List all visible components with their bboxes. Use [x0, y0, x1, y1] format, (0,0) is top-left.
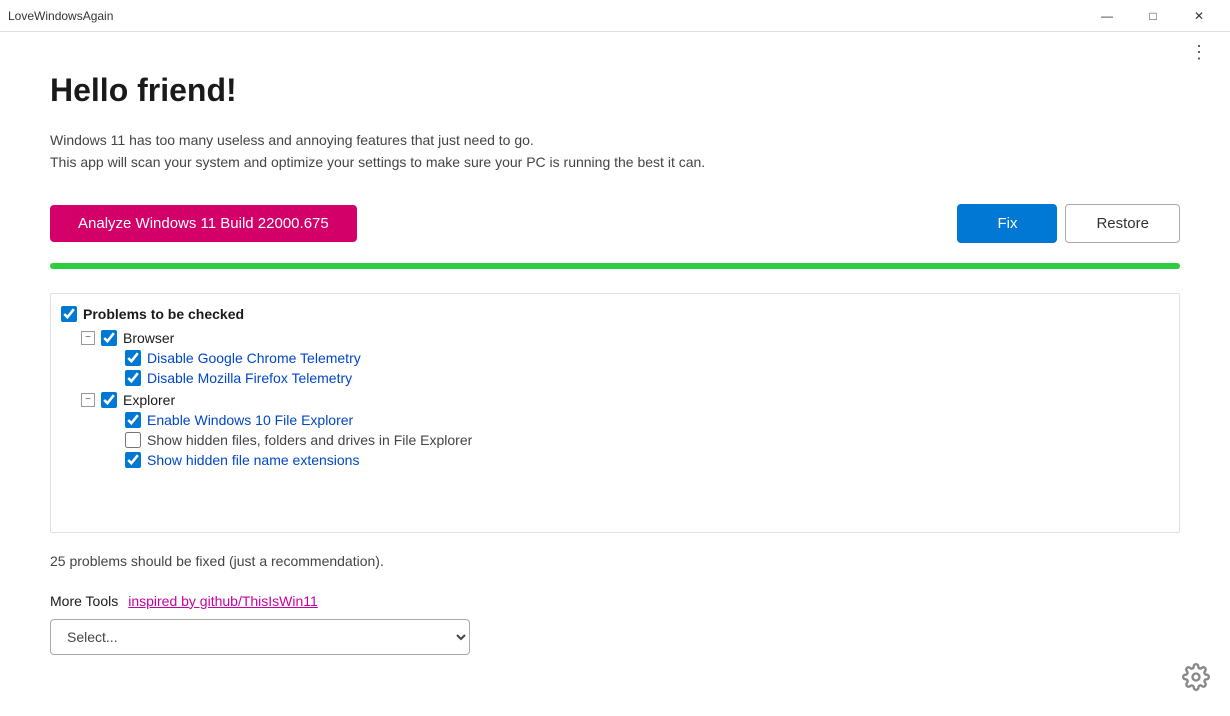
gear-icon [1182, 663, 1210, 691]
browser-label[interactable]: Browser [123, 330, 174, 346]
chrome-telemetry-checkbox[interactable] [125, 350, 141, 366]
firefox-telemetry-checkbox[interactable] [125, 370, 141, 386]
app-container: ⋮ Hello friend! Windows 11 has too many … [0, 32, 1230, 716]
root-checkbox[interactable] [61, 306, 77, 322]
file-extensions-checkbox[interactable] [125, 452, 141, 468]
win10-explorer-label[interactable]: Enable Windows 10 File Explorer [147, 412, 353, 428]
browser-group-header: − Browser [81, 330, 1169, 346]
explorer-checkbox[interactable] [101, 392, 117, 408]
root-checkbox-label[interactable]: Problems to be checked [83, 306, 244, 322]
hidden-files-checkbox[interactable] [125, 432, 141, 448]
progress-bar-container [50, 263, 1180, 269]
minimize-button[interactable]: — [1084, 0, 1130, 32]
root-check-item: Problems to be checked [61, 306, 1169, 322]
page-title: Hello friend! [50, 72, 1180, 109]
chrome-telemetry-item: Disable Google Chrome Telemetry [125, 350, 1169, 366]
action-row: Analyze Windows 11 Build 22000.675 Fix R… [50, 204, 1180, 243]
more-tools-link[interactable]: inspired by github/ThisIsWin11 [128, 593, 318, 609]
titlebar-controls: — □ ✕ [1084, 0, 1222, 32]
three-dot-menu[interactable]: ⋮ [1190, 42, 1210, 63]
more-tools-label: More Tools [50, 593, 118, 609]
win10-explorer-checkbox[interactable] [125, 412, 141, 428]
more-tools-section: More Tools inspired by github/ThisIsWin1… [50, 593, 1180, 609]
close-button[interactable]: ✕ [1176, 0, 1222, 32]
titlebar: LoveWindowsAgain — □ ✕ [0, 0, 1230, 32]
chrome-telemetry-label[interactable]: Disable Google Chrome Telemetry [147, 350, 361, 366]
hidden-files-item: Show hidden files, folders and drives in… [125, 432, 1169, 448]
main-content: ⋮ Hello friend! Windows 11 has too many … [0, 32, 1230, 716]
description-line1: Windows 11 has too many useless and anno… [50, 132, 534, 148]
file-extensions-label[interactable]: Show hidden file name extensions [147, 452, 359, 468]
analyze-button[interactable]: Analyze Windows 11 Build 22000.675 [50, 205, 357, 242]
hidden-files-label[interactable]: Show hidden files, folders and drives in… [147, 432, 472, 448]
explorer-group-header: − Explorer [81, 392, 1169, 408]
status-text: 25 problems should be fixed (just a reco… [50, 553, 1180, 569]
firefox-telemetry-label[interactable]: Disable Mozilla Firefox Telemetry [147, 370, 352, 386]
progress-bar-fill [50, 263, 1180, 269]
description-line2: This app will scan your system and optim… [50, 154, 705, 170]
restore-button[interactable]: Restore [1065, 204, 1180, 243]
titlebar-title: LoveWindowsAgain [8, 9, 113, 23]
fix-button[interactable]: Fix [957, 204, 1057, 243]
browser-checkbox[interactable] [101, 330, 117, 346]
explorer-group: − Explorer Enable Windows 10 File Explor… [81, 392, 1169, 468]
gear-icon-container[interactable] [1182, 663, 1210, 696]
right-buttons: Fix Restore [957, 204, 1180, 243]
explorer-label[interactable]: Explorer [123, 392, 175, 408]
file-extensions-item: Show hidden file name extensions [125, 452, 1169, 468]
maximize-button[interactable]: □ [1130, 0, 1176, 32]
browser-group: − Browser Disable Google Chrome Telemetr… [81, 330, 1169, 386]
explorer-collapse-btn[interactable]: − [81, 393, 95, 407]
tools-select[interactable]: Select... Tool 1 Tool 2 Tool 3 [50, 619, 470, 655]
firefox-telemetry-item: Disable Mozilla Firefox Telemetry [125, 370, 1169, 386]
checklist-scroll[interactable]: Problems to be checked − Browser Disable… [50, 293, 1180, 533]
checklist-area: Problems to be checked − Browser Disable… [50, 293, 1180, 533]
browser-collapse-btn[interactable]: − [81, 331, 95, 345]
app-description: Windows 11 has too many useless and anno… [50, 129, 1180, 174]
win10-explorer-item: Enable Windows 10 File Explorer [125, 412, 1169, 428]
